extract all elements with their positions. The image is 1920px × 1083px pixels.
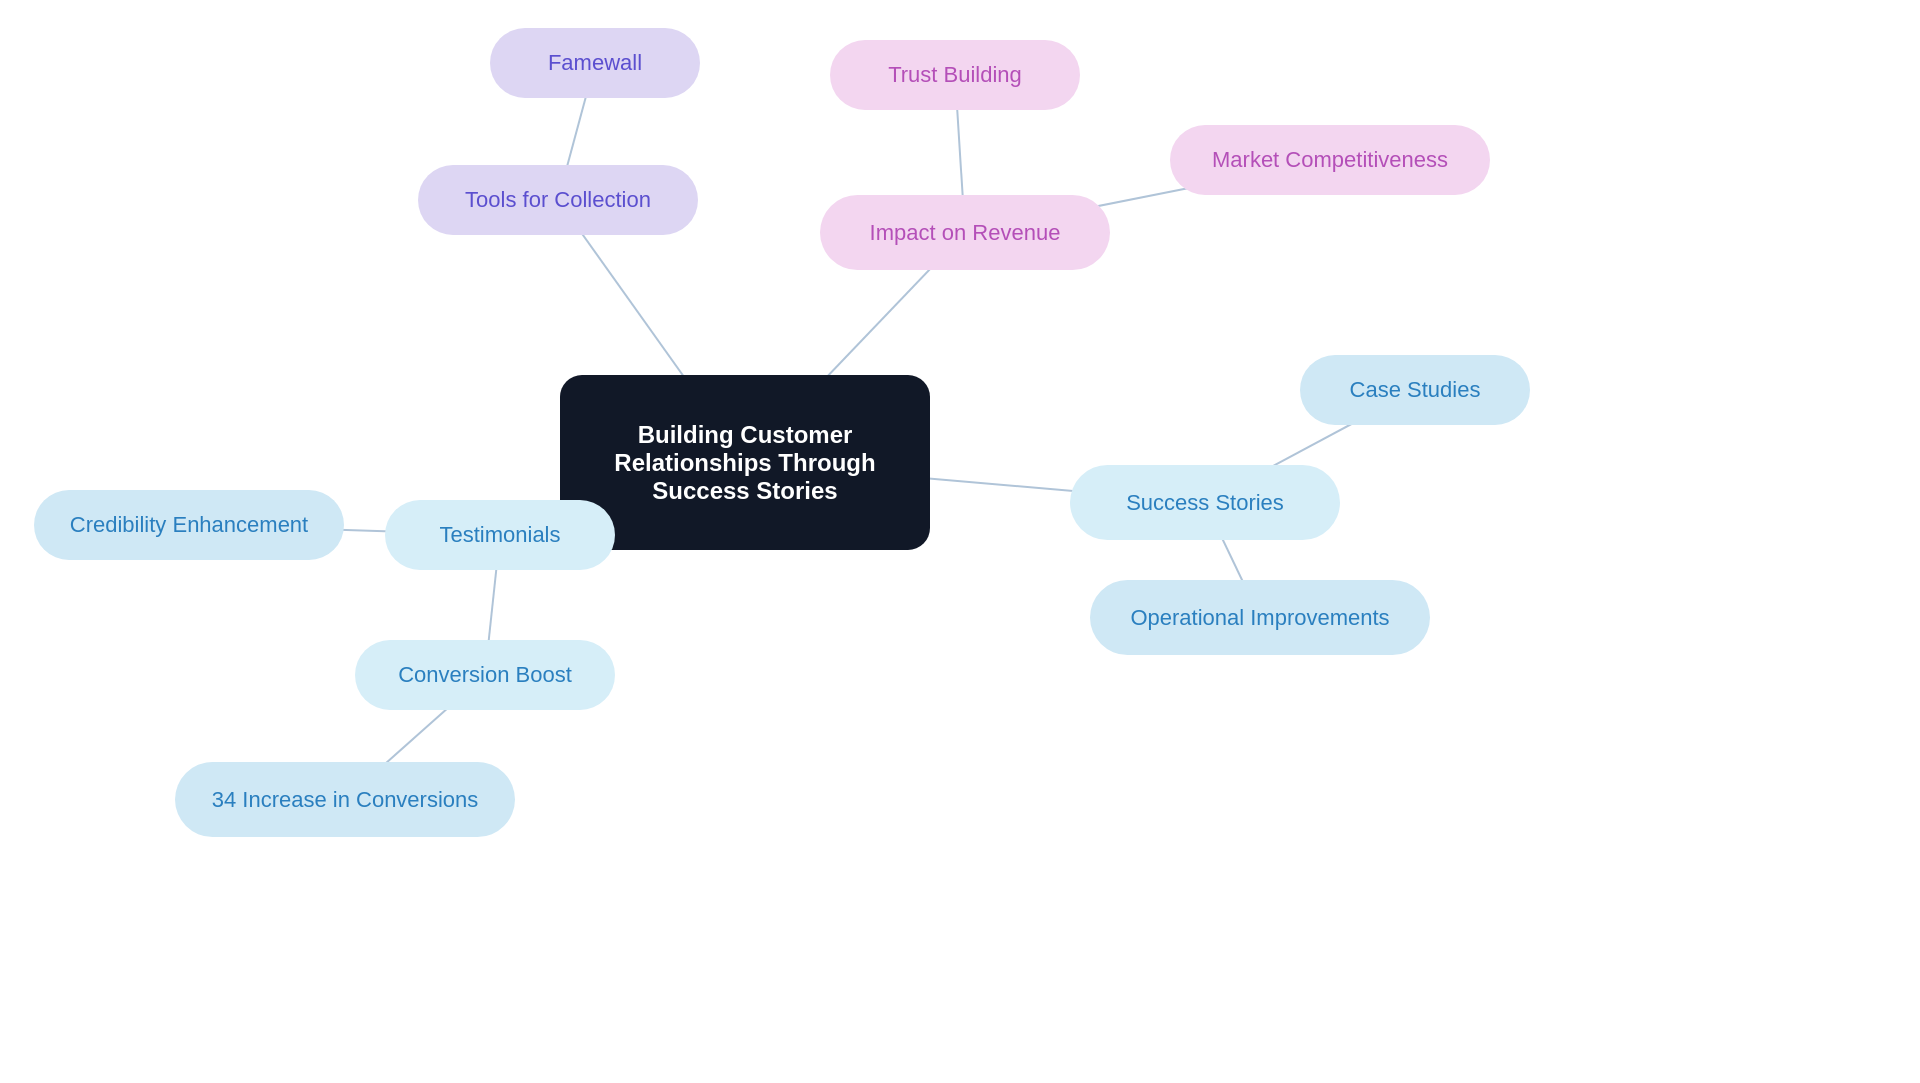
impact-revenue-node: Impact on Revenue [820,195,1110,270]
trust-building-node: Trust Building [830,40,1080,110]
success-stories-node: Success Stories [1070,465,1340,540]
tools-collection-node: Tools for Collection [418,165,698,235]
credibility-enhancement-node: Credibility Enhancement [34,490,344,560]
operational-improvements-node: Operational Improvements [1090,580,1430,655]
famewall-node: Famewall [490,28,700,98]
mindmap-container: Building Customer Relationships Through … [0,0,1920,1083]
center-node: Building Customer Relationships Through … [560,375,930,550]
case-studies-node: Case Studies [1300,355,1530,425]
increase-conversions-node: 34 Increase in Conversions [175,762,515,837]
testimonials-node: Testimonials [385,500,615,570]
market-competitiveness-node: Market Competitiveness [1170,125,1490,195]
conversion-boost-node: Conversion Boost [355,640,615,710]
